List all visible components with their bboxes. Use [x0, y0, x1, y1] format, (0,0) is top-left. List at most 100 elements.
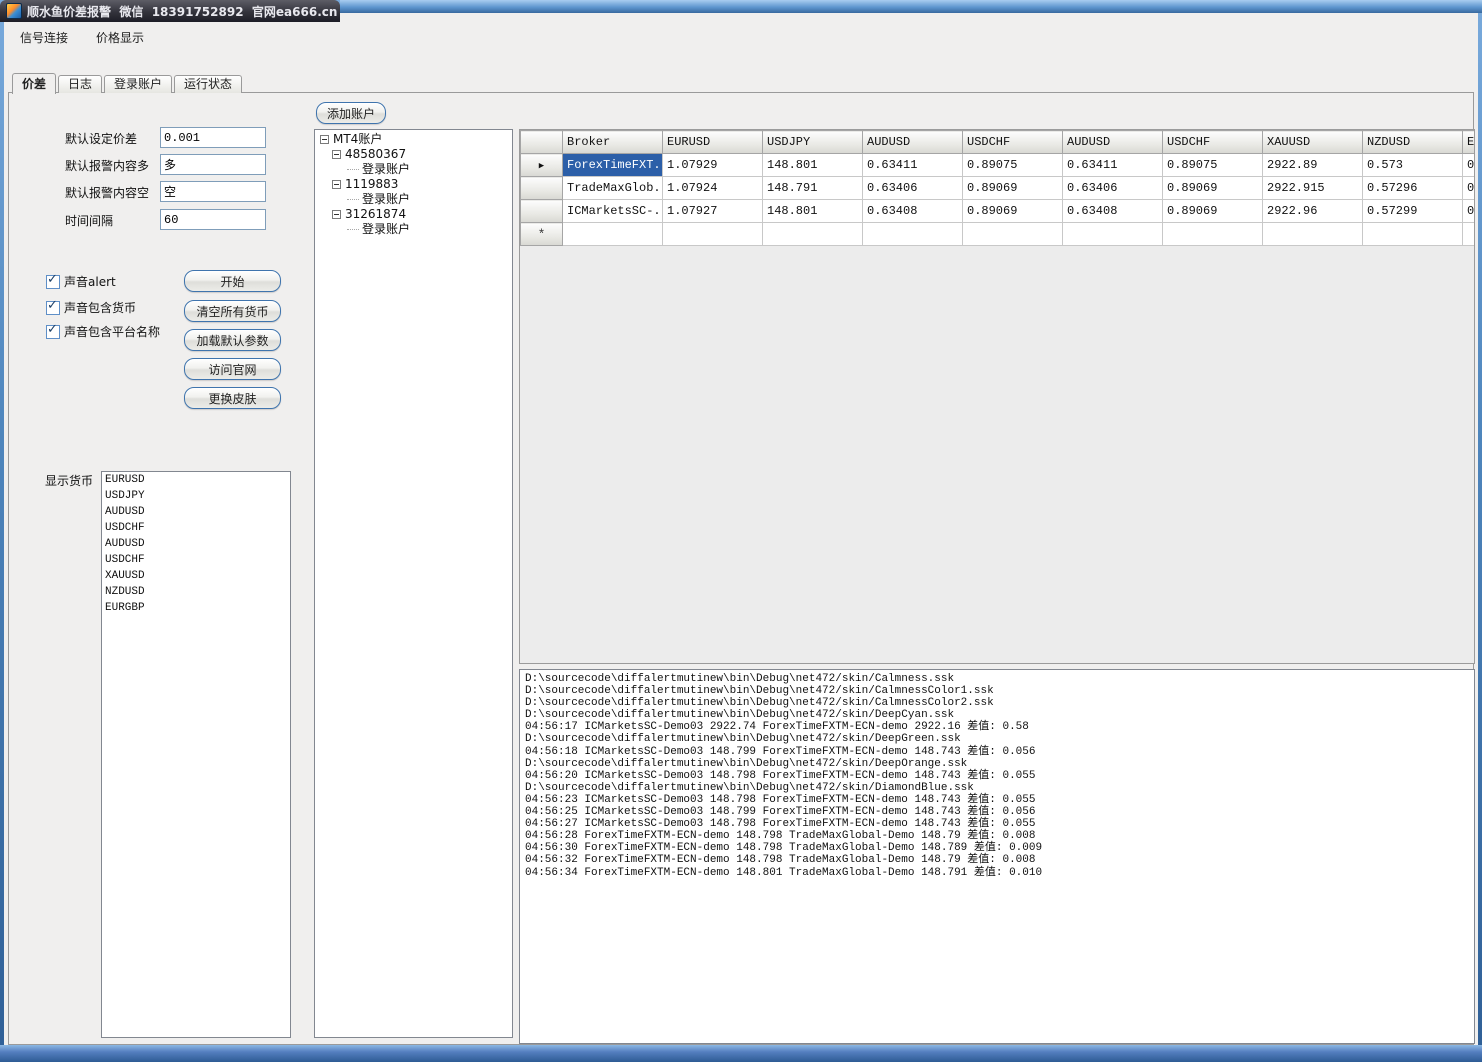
menu-item-price-display[interactable]: 价格显示: [92, 27, 148, 48]
list-item[interactable]: USDCHF: [102, 520, 290, 536]
currency-listbox[interactable]: EURUSD USDJPY AUDUSD USDCHF AUDUSD USDCH…: [101, 471, 291, 1038]
collapse-icon[interactable]: [332, 210, 341, 219]
grid-corner-header[interactable]: [521, 131, 563, 154]
grid-cell[interactable]: 1.07929: [663, 154, 763, 177]
grid-cell[interactable]: 2922.96: [1263, 200, 1363, 223]
grid-cell[interactable]: [563, 223, 663, 246]
grid-cell[interactable]: 0.8: [1463, 200, 1476, 223]
grid-cell[interactable]: 0.63408: [1063, 200, 1163, 223]
grid-cell[interactable]: [1363, 223, 1463, 246]
grid-cell[interactable]: [663, 223, 763, 246]
grid-cell[interactable]: [763, 223, 863, 246]
grid-cell[interactable]: [963, 223, 1063, 246]
grid-header[interactable]: USDCHF: [1163, 131, 1263, 154]
visit-website-button[interactable]: 访问官网: [184, 358, 281, 380]
grid-header[interactable]: AUDUSD: [863, 131, 963, 154]
start-button[interactable]: 开始: [184, 270, 281, 292]
grid-cell[interactable]: 1.07927: [663, 200, 763, 223]
grid-cell-broker[interactable]: TradeMaxGlob...: [563, 177, 663, 200]
grid-cell-broker[interactable]: ICMarketsSC-...: [563, 200, 663, 223]
grid-header[interactable]: AUDUSD: [1063, 131, 1163, 154]
tree-node-login[interactable]: 登录账户: [315, 222, 512, 237]
title-bar-left[interactable]: 顺水鱼价差报警 微信 18391752892 官网ea666.cn: [0, 0, 340, 22]
grid-cell[interactable]: 0.89075: [963, 154, 1063, 177]
grid-cell[interactable]: 1.07924: [663, 177, 763, 200]
grid-cell[interactable]: [1463, 223, 1476, 246]
tab-log[interactable]: 日志: [58, 75, 102, 93]
list-item[interactable]: EURGBP: [102, 600, 290, 616]
grid-cell[interactable]: 148.801: [763, 154, 863, 177]
checkbox-icon[interactable]: [46, 325, 60, 339]
collapse-icon[interactable]: [320, 135, 329, 144]
list-item[interactable]: EURUSD: [102, 472, 290, 488]
checkbox-sound-platform[interactable]: 声音包含平台名称: [46, 323, 160, 340]
grid-cell[interactable]: 0.573: [1363, 154, 1463, 177]
collapse-icon[interactable]: [332, 180, 341, 189]
grid-header[interactable]: USDCHF: [963, 131, 1063, 154]
grid-header[interactable]: USDJPY: [763, 131, 863, 154]
row-selector[interactable]: [521, 177, 563, 200]
collapse-icon[interactable]: [332, 150, 341, 159]
tree-node-account[interactable]: 48580367: [315, 147, 512, 162]
grid-cell[interactable]: 148.791: [763, 177, 863, 200]
tree-node-account[interactable]: 31261874: [315, 207, 512, 222]
alert-content-short-input[interactable]: [160, 181, 266, 202]
menu-item-signal-connect[interactable]: 信号连接: [16, 27, 72, 48]
row-selector[interactable]: ▶: [521, 154, 563, 177]
grid-header[interactable]: XAUUSD: [1263, 131, 1363, 154]
grid-cell[interactable]: [1263, 223, 1363, 246]
grid-header[interactable]: EUR: [1463, 131, 1476, 154]
grid-cell-broker[interactable]: ForexTimeFXT...: [563, 154, 663, 177]
grid-cell[interactable]: [863, 223, 963, 246]
grid-cell[interactable]: 0.57296: [1363, 177, 1463, 200]
tab-price-diff[interactable]: 价差: [12, 73, 56, 94]
grid-cell[interactable]: 0.89069: [963, 177, 1063, 200]
grid-cell[interactable]: [1063, 223, 1163, 246]
tree-node-login[interactable]: 登录账户: [315, 162, 512, 177]
grid-cell[interactable]: 0.89069: [1163, 200, 1263, 223]
load-default-params-button[interactable]: 加载默认参数: [184, 329, 281, 351]
list-item[interactable]: XAUUSD: [102, 568, 290, 584]
grid-cell[interactable]: 0.63411: [1063, 154, 1163, 177]
grid-cell[interactable]: 2922.915: [1263, 177, 1363, 200]
grid-cell[interactable]: 0.63408: [863, 200, 963, 223]
list-item[interactable]: AUDUSD: [102, 536, 290, 552]
grid-cell[interactable]: 0.89069: [963, 200, 1063, 223]
tab-login-account[interactable]: 登录账户: [104, 75, 172, 93]
account-tree[interactable]: MT4账户 48580367 登录账户 1119883 登录账户: [314, 129, 513, 1038]
grid-cell[interactable]: 2922.89: [1263, 154, 1363, 177]
list-item[interactable]: AUDUSD: [102, 504, 290, 520]
grid-cell[interactable]: [1163, 223, 1263, 246]
checkbox-sound-alert[interactable]: 声音alert: [46, 273, 116, 290]
grid-header[interactable]: NZDUSD: [1363, 131, 1463, 154]
grid-cell[interactable]: 0.89069: [1163, 177, 1263, 200]
grid-cell[interactable]: 0.57299: [1363, 200, 1463, 223]
change-skin-button[interactable]: 更换皮肤: [184, 387, 281, 409]
grid-cell[interactable]: 148.801: [763, 200, 863, 223]
add-account-button[interactable]: 添加账户: [316, 102, 386, 124]
list-item[interactable]: USDCHF: [102, 552, 290, 568]
title-bar[interactable]: 顺水鱼价差报警 微信 18391752892 官网ea666.cn: [0, 0, 1482, 22]
checkbox-icon[interactable]: [46, 301, 60, 315]
checkbox-icon[interactable]: [46, 275, 60, 289]
tree-node-mt4-root[interactable]: MT4账户: [315, 132, 512, 147]
checkbox-sound-currency[interactable]: 声音包含货币: [46, 299, 136, 316]
grid-cell[interactable]: 0.89075: [1163, 154, 1263, 177]
grid-header[interactable]: Broker: [563, 131, 663, 154]
quotes-grid[interactable]: Broker EURUSD USDJPY AUDUSD USDCHF AUDUS…: [519, 129, 1475, 664]
new-row-selector[interactable]: *: [521, 223, 563, 246]
tree-node-login[interactable]: 登录账户: [315, 192, 512, 207]
grid-cell[interactable]: 0.63411: [863, 154, 963, 177]
default-spread-input[interactable]: [160, 127, 266, 148]
clear-all-currency-button[interactable]: 清空所有货币: [184, 300, 281, 322]
grid-cell[interactable]: 0.8: [1463, 177, 1476, 200]
list-item[interactable]: NZDUSD: [102, 584, 290, 600]
grid-cell[interactable]: 0.63406: [1063, 177, 1163, 200]
tree-node-account[interactable]: 1119883: [315, 177, 512, 192]
list-item[interactable]: USDJPY: [102, 488, 290, 504]
time-interval-input[interactable]: [160, 209, 266, 230]
row-selector[interactable]: [521, 200, 563, 223]
grid-header[interactable]: EURUSD: [663, 131, 763, 154]
log-textbox[interactable]: D:\sourcecode\diffalertmutinew\bin\Debug…: [519, 669, 1475, 1044]
tab-run-status[interactable]: 运行状态: [174, 75, 242, 93]
